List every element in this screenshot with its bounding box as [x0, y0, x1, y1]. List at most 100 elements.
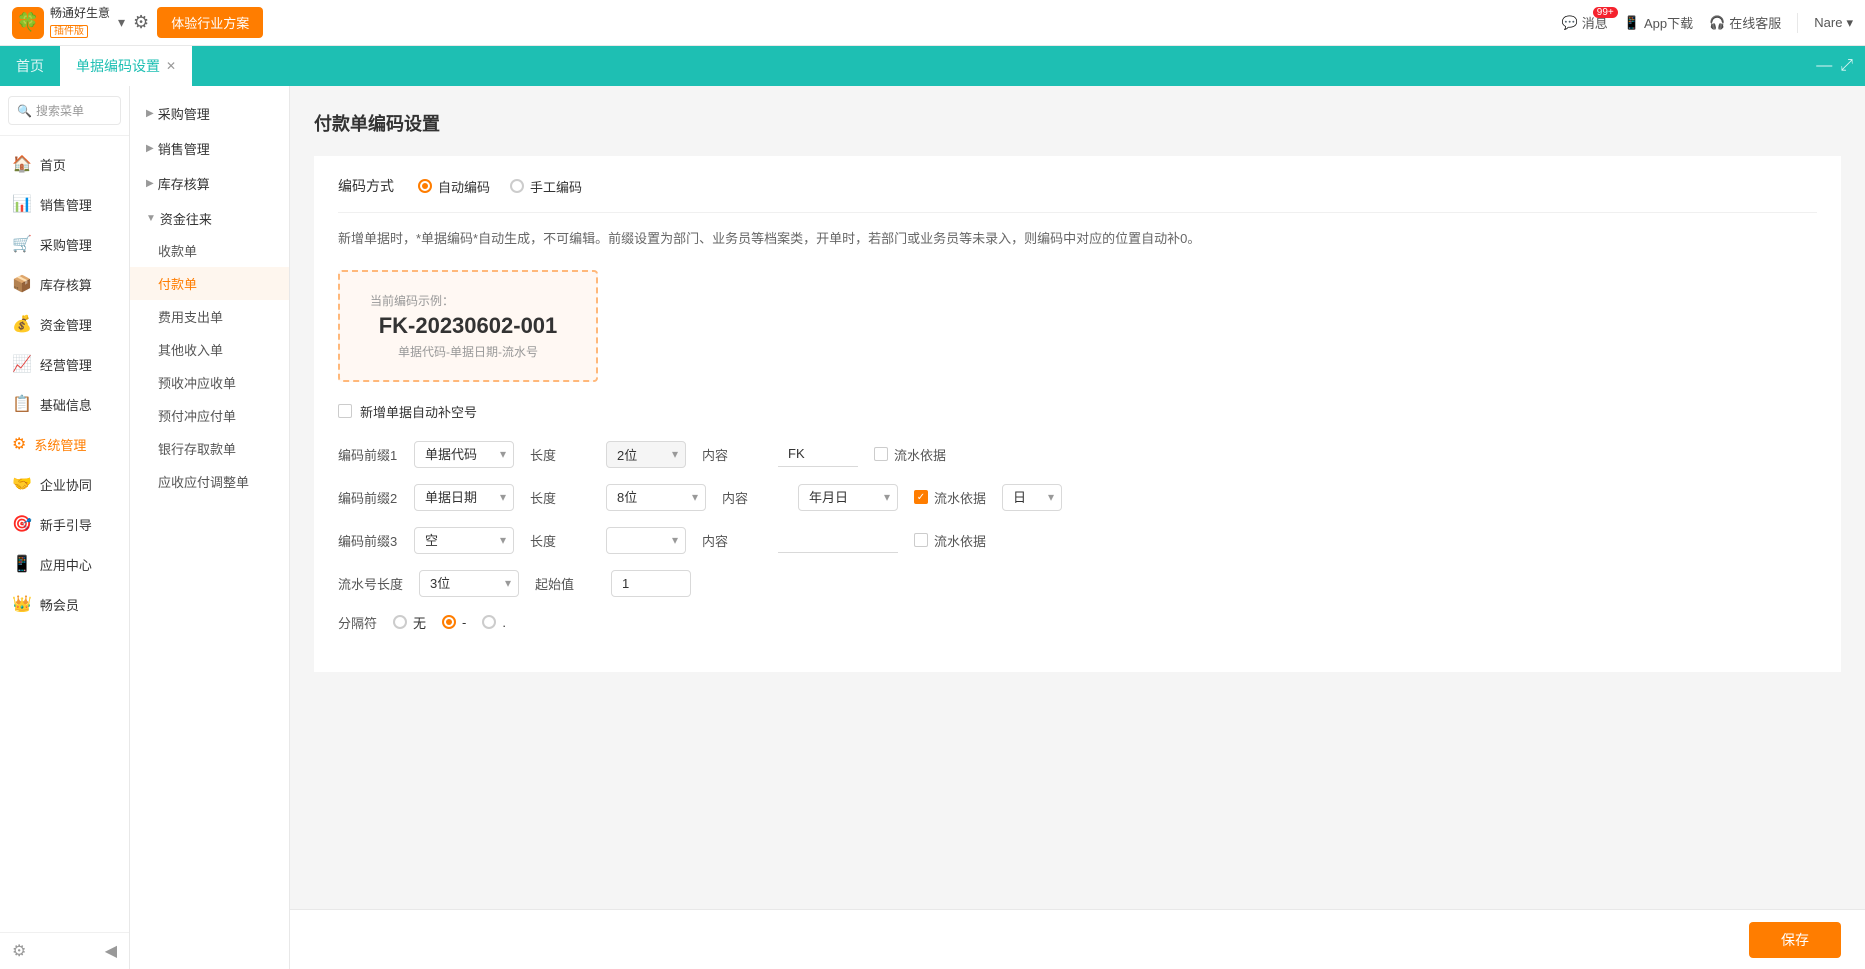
auto-fill-label: 新增单据自动补空号: [360, 402, 477, 421]
sub-nav-item-payment[interactable]: 付款单: [130, 267, 289, 300]
prefix3-row: 编码前缀3 空 长度 内容: [338, 527, 1817, 554]
sidebar-item-sales[interactable]: 📊 销售管理: [0, 184, 129, 224]
prefix3-content-label: 内容: [702, 531, 762, 550]
save-button[interactable]: 保存: [1749, 922, 1841, 958]
sub-nav-item-prepay-payment[interactable]: 预付冲应付单: [130, 399, 289, 432]
sidebar-item-operations[interactable]: 📈 经营管理: [0, 344, 129, 384]
user-name: Nare: [1814, 15, 1842, 30]
serial-select[interactable]: 3位: [419, 570, 519, 597]
sidebar-item-basic[interactable]: 📋 基础信息: [0, 384, 129, 424]
start-label: 起始值: [535, 574, 595, 593]
sub-nav-group-sales-title[interactable]: ▶ 销售管理: [130, 133, 289, 164]
divider: [1797, 13, 1798, 33]
basic-icon: 📋: [12, 394, 32, 414]
separator-none-label: 无: [413, 613, 426, 632]
sidebar-item-system[interactable]: ⚙ 系统管理: [0, 424, 129, 464]
code-preview-sub: 单据代码-单据日期-流水号: [370, 343, 566, 360]
message-icon: 💬: [1562, 15, 1578, 31]
sidebar-item-enterprise[interactable]: 🤝 企业协同: [0, 464, 129, 504]
sub-nav-item-receipt[interactable]: 收款单: [130, 234, 289, 267]
header-nav-btns: ▾ ⚙ 体验行业方案: [118, 7, 263, 38]
header-settings-btn[interactable]: ⚙: [133, 12, 149, 33]
radio-manual-circle: [510, 179, 524, 193]
sidebar-item-label-purchase: 采购管理: [40, 235, 92, 254]
prefix3-label: 编码前缀3: [338, 531, 398, 550]
sidebar-settings-btn[interactable]: ⚙: [12, 941, 26, 961]
sub-nav-group-finance-title[interactable]: ▼ 资金往来: [130, 203, 289, 234]
top-header: 🍀 畅通好生意 插件版 ▾ ⚙ 体验行业方案 💬 消息 99+ 📱 App下载: [0, 0, 1865, 46]
online-service-item[interactable]: 🎧 在线客服: [1709, 13, 1781, 32]
tab-minimize-btn[interactable]: —: [1816, 57, 1832, 75]
sidebar-item-apps[interactable]: 📱 应用中心: [0, 544, 129, 584]
sidebar-item-label-system: 系统管理: [34, 435, 86, 454]
prefix2-row: 编码前缀2 单据日期 长度 8位 内容: [338, 484, 1817, 511]
separator-dot[interactable]: .: [482, 615, 506, 630]
prefix2-content-wrapper: 年月日: [798, 484, 898, 511]
sidebar-item-purchase[interactable]: 🛒 采购管理: [0, 224, 129, 264]
prefix2-select[interactable]: 单据日期: [414, 484, 514, 511]
prefix1-select[interactable]: 单据代码: [414, 441, 514, 468]
sidebar-item-guide[interactable]: 🎯 新手引导: [0, 504, 129, 544]
separator-dash-radio: [442, 615, 456, 629]
logo-area: 🍀 畅通好生意 插件版: [12, 6, 110, 40]
sidebar-item-home[interactable]: 🏠 首页: [0, 144, 129, 184]
radio-manual[interactable]: 手工编码: [510, 177, 582, 196]
separator-none[interactable]: 无: [393, 613, 426, 632]
sidebar-item-inventory[interactable]: 📦 库存核算: [0, 264, 129, 304]
sub-nav-item-prepay-receipt[interactable]: 预收冲应收单: [130, 366, 289, 399]
prefix2-select-wrapper: 单据日期: [414, 484, 514, 511]
prefix2-length-wrapper: 8位: [606, 484, 706, 511]
prefix3-flow-checkbox[interactable]: [914, 533, 928, 547]
message-item[interactable]: 💬 消息 99+: [1562, 13, 1608, 32]
sidebar-item-label-home: 首页: [40, 155, 66, 174]
sub-nav: ▶ 采购管理 ▶ 销售管理 ▶ 库存核算 ▼ 资金往来 收款单: [130, 86, 290, 969]
start-value-input[interactable]: [611, 570, 691, 597]
industry-button[interactable]: 体验行业方案: [157, 7, 263, 38]
prefix3-select[interactable]: 空: [414, 527, 514, 554]
user-item[interactable]: Nare ▾: [1814, 15, 1853, 31]
sidebar-collapse-btn[interactable]: ◀: [105, 941, 117, 961]
collapse-icon: ◀: [105, 943, 117, 960]
sub-nav-item-prepay-receipt-label: 预收冲应收单: [158, 376, 236, 391]
purchase-icon: 🛒: [12, 234, 32, 254]
sub-nav-item-other-income[interactable]: 其他收入单: [130, 333, 289, 366]
auto-fill-checkbox[interactable]: [338, 404, 352, 418]
prefix3-flow-row: 流水依据: [914, 531, 986, 550]
sidebar-item-label-basic: 基础信息: [40, 395, 92, 414]
prefix1-flow-label: 流水依据: [894, 445, 946, 464]
separator-dash[interactable]: -: [442, 615, 466, 630]
sub-nav-group-purchase-title[interactable]: ▶ 采购管理: [130, 98, 289, 129]
sidebar-item-label-finance: 资金管理: [40, 315, 92, 334]
app-download-item[interactable]: 📱 App下载: [1624, 13, 1693, 32]
prefix1-flow-checkbox[interactable]: [874, 447, 888, 461]
sidebar-item-member[interactable]: 👑 畅会员: [0, 584, 129, 624]
encoding-section: 编码方式 自动编码 手工编码 新增单: [314, 156, 1841, 672]
system-icon: ⚙: [12, 434, 26, 454]
sidebar-search-area: 🔍 搜索菜单: [0, 86, 129, 136]
prefix1-length-input: [606, 441, 686, 468]
tab-encoding[interactable]: 单据编码设置 ✕: [60, 46, 192, 86]
sidebar-item-finance[interactable]: 💰 资金管理: [0, 304, 129, 344]
tab-expand-btn[interactable]: ⤢: [1840, 57, 1853, 75]
sub-nav-group-inventory-title[interactable]: ▶ 库存核算: [130, 168, 289, 199]
header-dropdown-btn[interactable]: ▾: [118, 14, 125, 31]
enterprise-icon: 🤝: [12, 474, 32, 494]
prefix2-length-select[interactable]: 8位: [606, 484, 706, 511]
prefix2-flow-checkbox[interactable]: ✓: [914, 490, 928, 504]
sub-nav-item-bank-deposit[interactable]: 银行存取款单: [130, 432, 289, 465]
logo-tag: 插件版: [50, 25, 88, 38]
sub-nav-item-receivable-adj[interactable]: 应收应付调整单: [130, 465, 289, 498]
radio-auto[interactable]: 自动编码: [418, 177, 490, 196]
member-icon: 👑: [12, 594, 32, 614]
headset-icon: 🎧: [1709, 15, 1725, 31]
tab-home[interactable]: 首页: [0, 46, 60, 86]
prefix3-length-select[interactable]: [606, 527, 686, 554]
prefix2-unit-select[interactable]: 日: [1002, 484, 1062, 511]
tab-close-icon[interactable]: ✕: [166, 59, 176, 73]
sidebar-search-btn[interactable]: 🔍 搜索菜单: [8, 96, 121, 125]
sub-nav-group-inventory: ▶ 库存核算: [130, 168, 289, 199]
sub-nav-item-expense[interactable]: 费用支出单: [130, 300, 289, 333]
prefix2-content-select[interactable]: 年月日: [798, 484, 898, 511]
sub-nav-item-prepay-payment-label: 预付冲应付单: [158, 409, 236, 424]
tab-encoding-label: 单据编码设置: [76, 56, 160, 76]
